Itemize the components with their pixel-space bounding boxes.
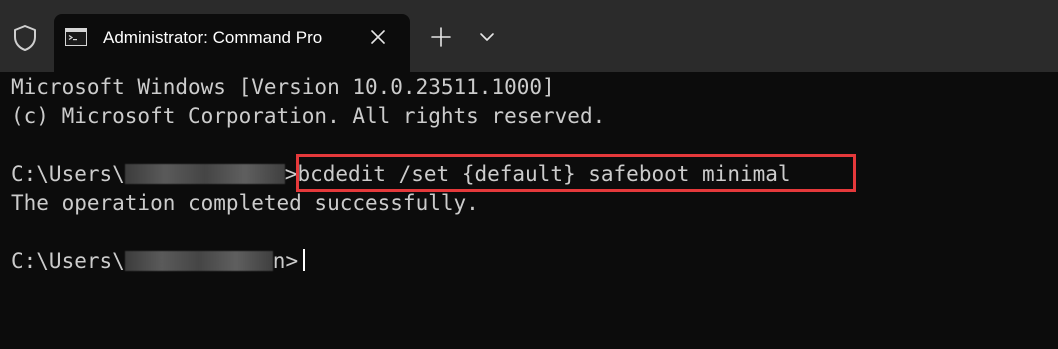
tab-dropdown-button[interactable] xyxy=(476,26,498,48)
close-icon[interactable] xyxy=(368,27,388,47)
terminal-line-copyright: (c) Microsoft Corporation. All rights re… xyxy=(11,104,606,128)
shield-icon[interactable] xyxy=(12,24,38,52)
tab-command-prompt[interactable]: Administrator: Command Pro xyxy=(54,14,410,72)
command-prompt-icon xyxy=(65,28,87,46)
terminal-prompt-line: C:\Users\ n> xyxy=(11,246,298,276)
prompt-symbol: n> xyxy=(272,249,299,273)
chevron-down-icon xyxy=(480,33,494,41)
prompt-path: C:\Users\ xyxy=(11,162,125,186)
terminal-line-version: Microsoft Windows [Version 10.0.23511.10… xyxy=(11,75,555,99)
command-highlight-box xyxy=(296,154,856,192)
terminal-output[interactable]: Microsoft Windows [Version 10.0.23511.10… xyxy=(0,72,1058,349)
tab-title: Administrator: Command Pro xyxy=(103,28,323,47)
new-tab-button[interactable] xyxy=(428,24,454,50)
redacted-username xyxy=(124,163,285,184)
tab-bar: Administrator: Command Pro xyxy=(0,0,1058,72)
terminal-output-line: The operation completed successfully. xyxy=(11,191,479,215)
prompt-path: C:\Users\ xyxy=(11,249,125,273)
plus-icon xyxy=(431,27,451,47)
text-cursor xyxy=(303,249,305,271)
redacted-username xyxy=(124,250,273,271)
